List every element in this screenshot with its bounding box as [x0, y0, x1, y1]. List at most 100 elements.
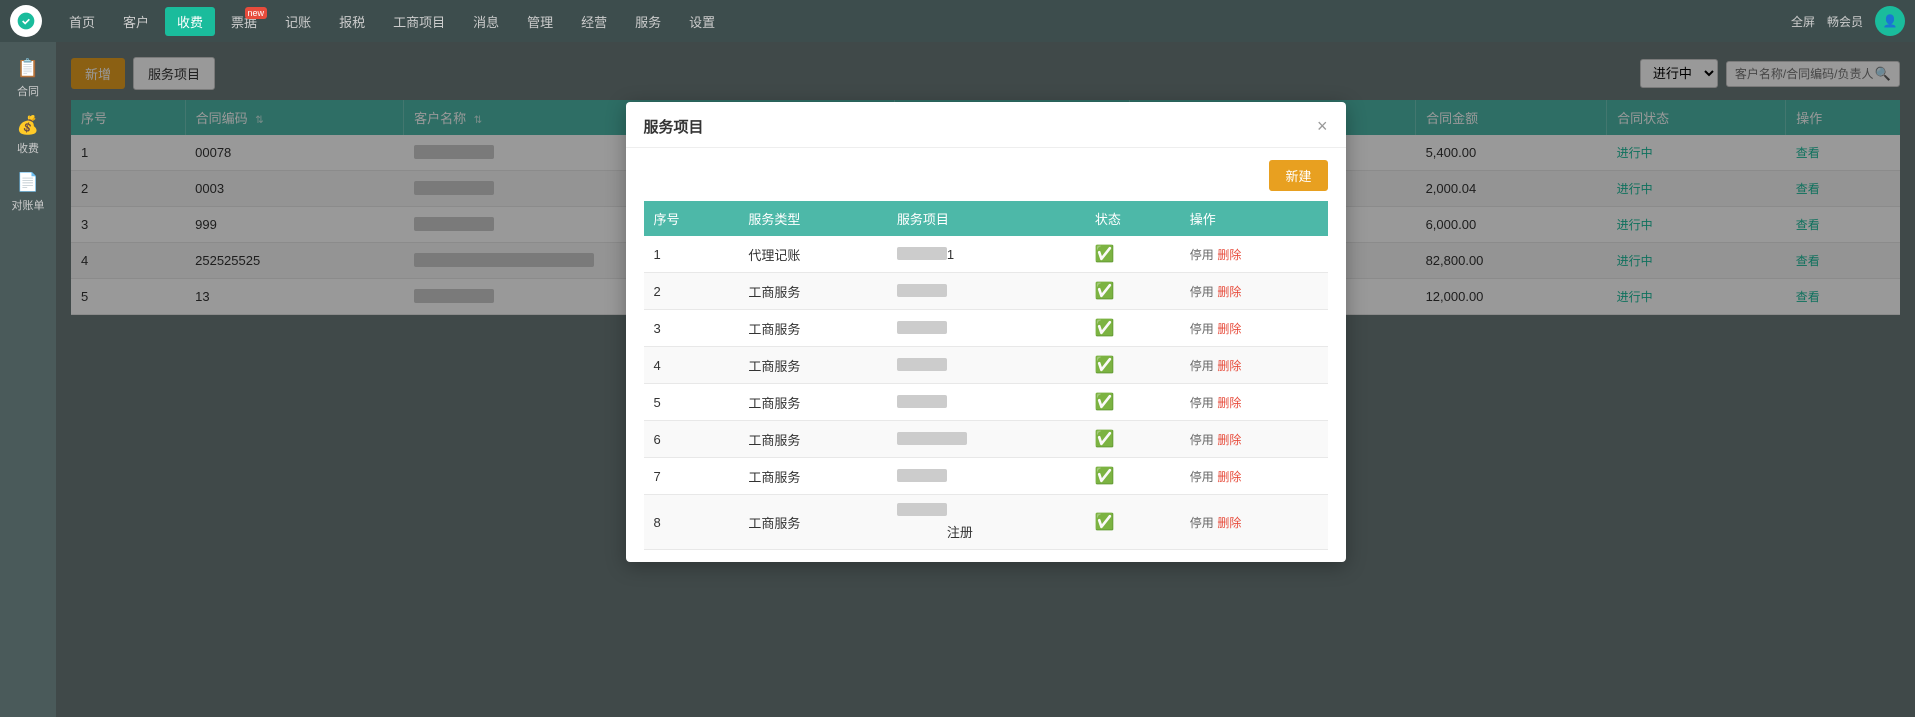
modal-cell-item: ████ [887, 347, 1085, 384]
nav-item-message[interactable]: 消息 [461, 7, 511, 36]
modal-cell-action[interactable]: 停用 删除 [1180, 236, 1328, 273]
nav-item-customer[interactable]: 客户 [111, 7, 161, 36]
modal-cell-type: 工商服务 [738, 495, 886, 550]
main-layout: 📋 合同 💰 收费 📄 对账单 新增 服务项目 进行中 已完成 已终止 [0, 42, 1915, 717]
modal-cell-item: ████ [887, 310, 1085, 347]
modal-cell-action[interactable]: 停用 删除 [1180, 310, 1328, 347]
modal-body: 新建 序号 服务类型 服务项目 状态 操作 [626, 148, 1346, 562]
modal-cell-status: ✅ [1085, 310, 1180, 347]
stop-button[interactable]: 停用 [1190, 357, 1214, 374]
modal-cell-item: ████ [887, 384, 1085, 421]
modal-cell-type: 代理记账 [738, 236, 886, 273]
modal-header: 服务项目 × [626, 102, 1346, 148]
stop-button[interactable]: 停用 [1190, 246, 1214, 263]
modal-cell-type: 工商服务 [738, 273, 886, 310]
modal-table-row: 1 代理记账 ████11 ✅ 停用 删除 [644, 236, 1328, 273]
modal-cell-status: ✅ [1085, 458, 1180, 495]
delete-button[interactable]: 删除 [1217, 357, 1241, 374]
modal-cell-no: 2 [644, 273, 739, 310]
modal-cell-type: 工商服务 [738, 421, 886, 458]
member-label[interactable]: 畅会员 [1827, 13, 1863, 30]
app-logo [10, 5, 42, 37]
modal-cell-no: 6 [644, 421, 739, 458]
reconcile-icon: 📄 [17, 172, 39, 193]
modal-overlay: 服务项目 × 新建 序号 服务类型 服务项目 [56, 42, 1915, 717]
modal-col-type: 服务类型 [738, 201, 886, 236]
fullscreen-label[interactable]: 全屏 [1791, 13, 1815, 30]
modal-cell-no: 3 [644, 310, 739, 347]
delete-button[interactable]: 删除 [1217, 394, 1241, 411]
delete-button[interactable]: 删除 [1217, 468, 1241, 485]
modal-close-button[interactable]: × [1317, 116, 1328, 137]
modal-table-wrap[interactable]: 序号 服务类型 服务项目 状态 操作 1 代理记账 ████11 ✅ 停用 [644, 201, 1328, 550]
delete-button[interactable]: 删除 [1217, 320, 1241, 337]
content-area: 新增 服务项目 进行中 已完成 已终止 🔍 序号 合同编码 ⇅ [56, 42, 1915, 717]
modal-cell-no: 5 [644, 384, 739, 421]
modal-title: 服务项目 [644, 116, 704, 137]
sidebar-item-reconcile[interactable]: 📄 对账单 [3, 166, 53, 218]
nav-right-area: 全屏 畅会员 👤 [1791, 6, 1905, 36]
nav-item-bookkeeping[interactable]: 记账 [273, 7, 323, 36]
service-modal: 服务项目 × 新建 序号 服务类型 服务项目 [626, 102, 1346, 562]
modal-col-action: 操作 [1180, 201, 1328, 236]
modal-cell-status: ✅ [1085, 236, 1180, 273]
stop-button[interactable]: 停用 [1190, 394, 1214, 411]
delete-button[interactable]: 删除 [1217, 431, 1241, 448]
modal-cell-type: 工商服务 [738, 310, 886, 347]
modal-cell-action[interactable]: 停用 删除 [1180, 384, 1328, 421]
sidebar: 📋 合同 💰 收费 📄 对账单 [0, 42, 56, 717]
modal-cell-status: ✅ [1085, 384, 1180, 421]
modal-cell-action[interactable]: 停用 删除 [1180, 458, 1328, 495]
delete-button[interactable]: 删除 [1217, 514, 1241, 531]
modal-cell-item: ████████ [887, 421, 1085, 458]
stop-button[interactable]: 停用 [1190, 320, 1214, 337]
modal-cell-action[interactable]: 停用 删除 [1180, 273, 1328, 310]
modal-cell-action[interactable]: 停用 删除 [1180, 347, 1328, 384]
sidebar-item-charge[interactable]: 💰 收费 [3, 109, 53, 161]
modal-cell-action[interactable]: 停用 删除 [1180, 495, 1328, 550]
modal-cell-no: 1 [644, 236, 739, 273]
nav-item-invoice[interactable]: 票据 new [219, 7, 269, 36]
nav-item-bizproject[interactable]: 工商项目 [381, 7, 457, 36]
top-navigation: 首页 客户 收费 票据 new 记账 报税 工商项目 消息 管理 经营 服务 设… [0, 0, 1915, 42]
modal-table-row: 7 工商服务 ████ ✅ 停用 删除 [644, 458, 1328, 495]
modal-cell-type: 工商服务 [738, 384, 886, 421]
modal-service-table: 序号 服务类型 服务项目 状态 操作 1 代理记账 ████11 ✅ 停用 [644, 201, 1328, 550]
nav-item-manage[interactable]: 管理 [515, 7, 565, 36]
stop-button[interactable]: 停用 [1190, 514, 1214, 531]
modal-cell-status: ✅ [1085, 347, 1180, 384]
sidebar-item-charge-label: 收费 [17, 140, 39, 156]
modal-cell-item: ████注册注册 [887, 495, 1085, 550]
stop-button[interactable]: 停用 [1190, 431, 1214, 448]
nav-item-tax[interactable]: 报税 [327, 7, 377, 36]
stop-button[interactable]: 停用 [1190, 283, 1214, 300]
sidebar-item-contract[interactable]: 📋 合同 [3, 52, 53, 104]
modal-table-row: 2 工商服务 ████ ✅ 停用 删除 [644, 273, 1328, 310]
charge-icon: 💰 [17, 115, 39, 136]
sidebar-item-contract-label: 合同 [17, 83, 39, 99]
modal-col-no: 序号 [644, 201, 739, 236]
modal-cell-no: 8 [644, 495, 739, 550]
modal-cell-action[interactable]: 停用 删除 [1180, 421, 1328, 458]
stop-button[interactable]: 停用 [1190, 468, 1214, 485]
modal-table-row: 4 工商服务 ████ ✅ 停用 删除 [644, 347, 1328, 384]
nav-item-business[interactable]: 经营 [569, 7, 619, 36]
nav-item-home[interactable]: 首页 [57, 7, 107, 36]
modal-table-row: 6 工商服务 ████████ ✅ 停用 删除 [644, 421, 1328, 458]
user-avatar[interactable]: 👤 [1875, 6, 1905, 36]
nav-item-service[interactable]: 服务 [623, 7, 673, 36]
delete-button[interactable]: 删除 [1217, 246, 1241, 263]
modal-cell-status: ✅ [1085, 273, 1180, 310]
modal-new-button[interactable]: 新建 [1269, 160, 1327, 191]
modal-cell-item: ████11 [887, 236, 1085, 273]
modal-cell-item: ████ [887, 458, 1085, 495]
nav-item-settings[interactable]: 设置 [677, 7, 727, 36]
modal-col-status: 状态 [1085, 201, 1180, 236]
nav-item-charge[interactable]: 收费 [165, 7, 215, 36]
modal-toolbar: 新建 [644, 160, 1328, 191]
modal-cell-item: ████ [887, 273, 1085, 310]
modal-cell-no: 7 [644, 458, 739, 495]
contract-icon: 📋 [17, 58, 39, 79]
sidebar-item-reconcile-label: 对账单 [12, 197, 45, 213]
delete-button[interactable]: 删除 [1217, 283, 1241, 300]
